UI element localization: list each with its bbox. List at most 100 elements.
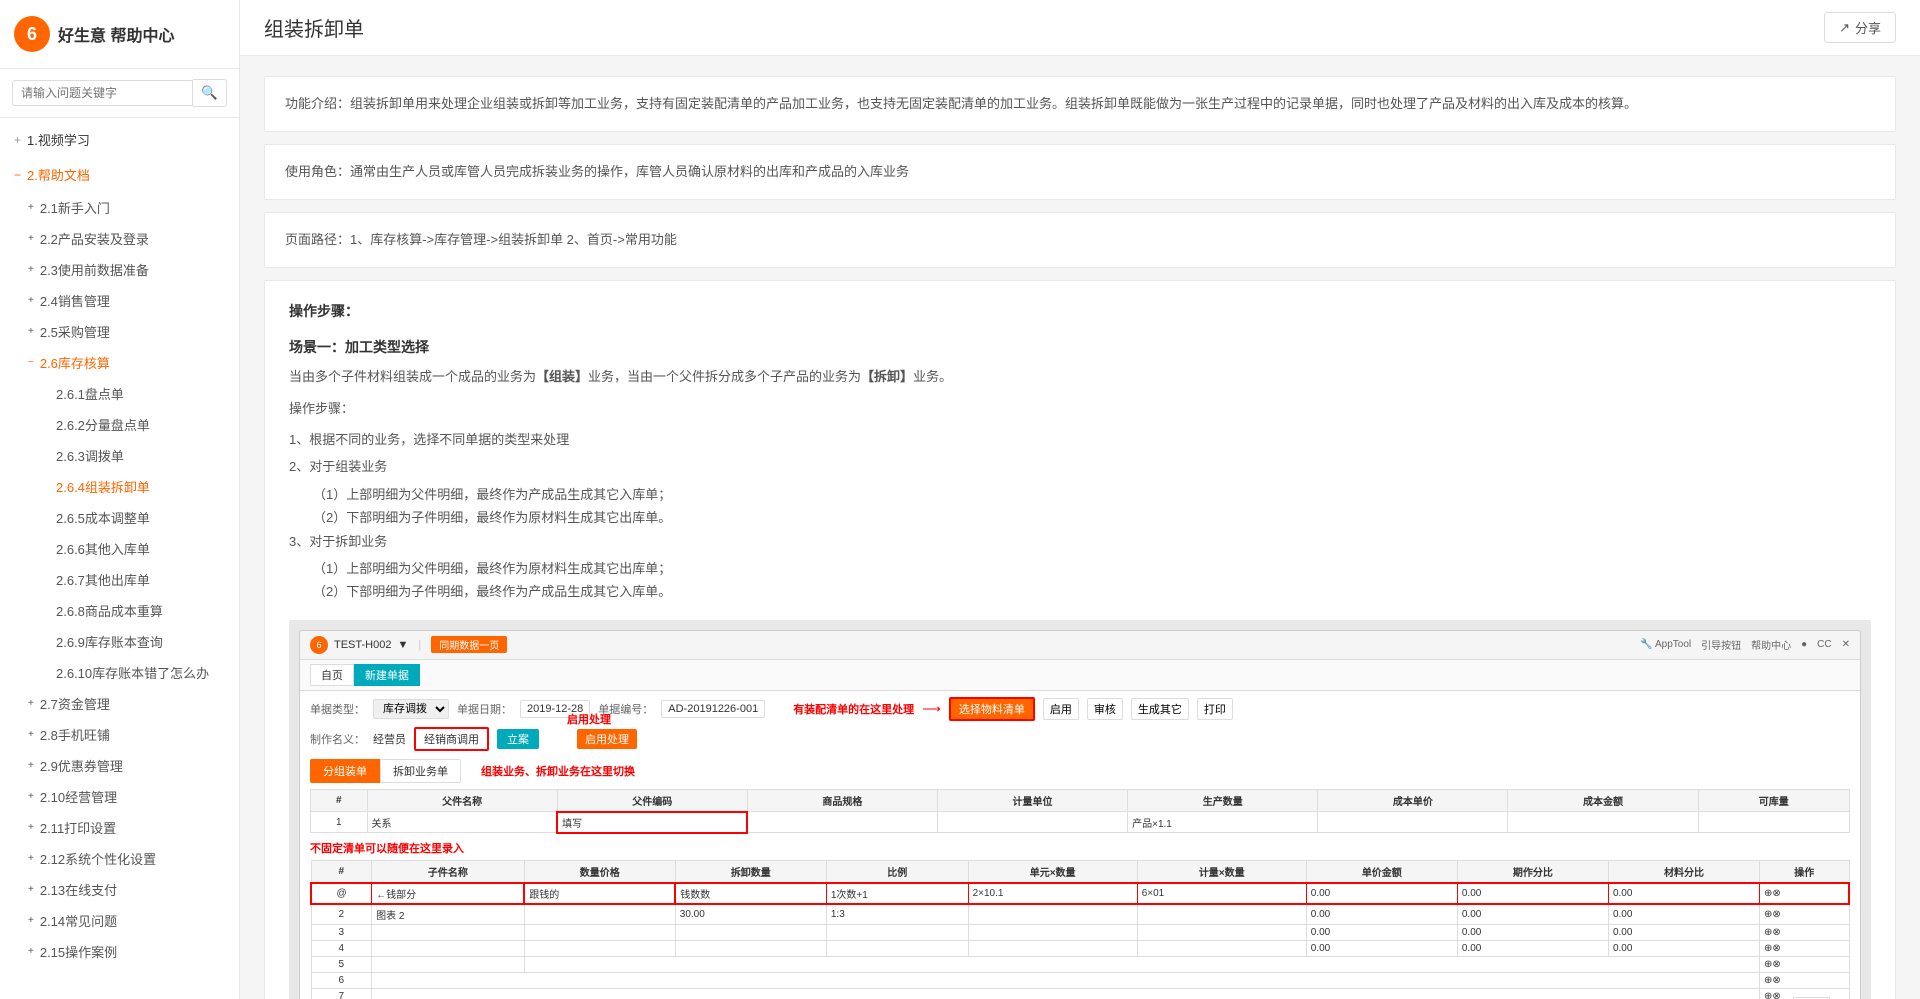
td-spec (747, 812, 937, 833)
ss-review-btn[interactable]: 审核 (1087, 698, 1123, 720)
sidebar-label-docs: 2.帮助文档 (27, 165, 90, 184)
sidebar-item-24[interactable]: +2.4销售管理 (0, 285, 239, 316)
ss-titlebar: 6 TEST-H002 ▼ | 同期数据一页 🔧 AppTool 引导按钮 帮助… (300, 631, 1860, 660)
td-camt (1508, 812, 1698, 833)
ss-date-label: 单据日期： (457, 701, 512, 717)
ss-user-icon: ● (1801, 639, 1807, 650)
sidebar-item-215[interactable]: +2.15操作案例 (0, 936, 239, 967)
role-intro-text: 使用角色：通常由生产人员或库管人员完成拆装业务的操作，库管人员确认原材料的出库和… (285, 164, 909, 179)
ss-nav: 自页 新建单据 (300, 660, 1860, 691)
sidebar-label-video: 1.视频学习 (27, 130, 90, 149)
ss-type-select[interactable]: 库存调拨 组装拆卸 (373, 699, 449, 719)
ss-lower-table: # 子件名称 数量价格 拆卸数量 比例 单元×数量 计量×数量 单价金额 期作分 (310, 860, 1850, 999)
ss-print-btn[interactable]: 打印 (1197, 698, 1233, 720)
sidebar-item-265[interactable]: 2.6.5成本调整单 (14, 502, 239, 533)
sidebar: 6 好生意 帮助中心 🔍 + 1.视频学习 − 2.帮助文档 +2.1新手入门 … (0, 0, 240, 999)
search-button[interactable]: 🔍 (193, 79, 227, 107)
step2-title: 2、对于组装业务 (289, 455, 1871, 478)
sidebar-item-video[interactable]: + 1.视频学习 (0, 122, 239, 157)
logo-area: 6 好生意 帮助中心 (0, 0, 239, 69)
sidebar-item-23[interactable]: +2.3使用前数据准备 (0, 254, 239, 285)
th-parent-code: 父件编码 (557, 789, 747, 812)
step3-sub2: （2）下部明细为子件明细，最终作为产成品生成其它入库单。 (289, 580, 1871, 603)
ss-app-tool: 🔧 AppTool (1640, 639, 1691, 650)
step3-title: 3、对于拆卸业务 (289, 530, 1871, 553)
sidebar-item-29[interactable]: +2.9优惠券管理 (0, 750, 239, 781)
sidebar-item-21[interactable]: +2.1新手入门 (0, 192, 239, 223)
td-num: 1 (311, 812, 368, 833)
sidebar-item-214[interactable]: +2.14常见问题 (0, 905, 239, 936)
top-bar: 组装拆卸单 ↗ 分享 (240, 0, 1920, 56)
sidebar-item-26[interactable]: −2.6库存核算 (0, 347, 239, 378)
ss-lower-row2: 2 图表 2 30.00 1:3 0.00 0.00 (311, 904, 1849, 925)
th-num: # (311, 789, 368, 812)
ss-lower-row4: 4 0.00 0.00 0. (311, 940, 1849, 956)
ss-help-center: 帮助中心 (1751, 637, 1791, 652)
ss-enable-btn[interactable]: 启用 (1043, 698, 1079, 720)
td-qty-val: 产品×1.1 (1128, 812, 1318, 833)
sidebar-item-268[interactable]: 2.6.8商品成本重算 (14, 595, 239, 626)
sidebar-item-213[interactable]: +2.13在线支付 (0, 874, 239, 905)
sidebar-item-269[interactable]: 2.6.9库存账本查询 (14, 626, 239, 657)
td-name: 关系 (367, 812, 557, 833)
ss-save-btn[interactable]: 立案 (497, 729, 539, 749)
sidebar-item-266[interactable]: 2.6.6其他入库单 (14, 533, 239, 564)
th-cost-amt: 成本金额 (1508, 789, 1698, 812)
sidebar-item-211[interactable]: +2.11打印设置 (0, 812, 239, 843)
nav-sub-docs: +2.1新手入门 +2.2产品安装及登录 +2.3使用前数据准备 +2.4销售管… (0, 192, 239, 967)
ss-tab-assemble[interactable]: 分组装单 (310, 759, 380, 783)
th-spec: 商品规格 (747, 789, 937, 812)
ss-header-right: 🔧 AppTool 引导按钮 帮助中心 ● CC ✕ (1640, 637, 1850, 652)
ss-ann-bom: 有装配清单的在这里处理 (793, 701, 914, 717)
role-intro-block: 使用角色：通常由生产人员或库管人员完成拆装业务的操作，库管人员确认原材料的出库和… (264, 144, 1896, 200)
sidebar-item-264[interactable]: 2.6.4组装拆卸单 (14, 471, 239, 502)
ss-logo: 6 (310, 636, 328, 654)
ss-person-label: 经营员 (373, 731, 406, 747)
ss-dropdown-icon: ▼ (397, 639, 408, 651)
th-avail: 可库量 (1698, 789, 1849, 812)
search-input[interactable] (12, 80, 193, 106)
sidebar-item-28[interactable]: +2.8手机旺铺 (0, 719, 239, 750)
ss-lower-row5: 5 ⊕⊗ (311, 956, 1849, 972)
sidebar-item-263[interactable]: 2.6.3调拨单 (14, 440, 239, 471)
ss-arrow-bom: ⟶ (922, 701, 941, 717)
ss-tab-disassemble[interactable]: 拆卸业务单 (380, 759, 461, 783)
app-name: 好生意 帮助中心 (58, 22, 174, 46)
sidebar-item-267[interactable]: 2.6.7其他出库单 (14, 564, 239, 595)
share-button[interactable]: ↗ 分享 (1824, 12, 1896, 43)
sidebar-item-262[interactable]: 2.6.2分量盘点单 (14, 409, 239, 440)
ss-batch-btn[interactable]: 启用处理 (577, 729, 637, 749)
function-intro-block: 功能介绍：组装拆卸单用来处理企业组装或拆卸等加工业务，支持有固定装配清单的产品加… (264, 76, 1896, 132)
sidebar-item-261[interactable]: 2.6.1盘点单 (14, 378, 239, 409)
steps-intro: 操作步骤： (289, 397, 1871, 420)
ss-sync-btn[interactable]: 同期数据一页 (431, 636, 507, 653)
sidebar-item-2610[interactable]: 2.6.10库存账本错了怎么办 (14, 657, 239, 688)
sidebar-item-docs[interactable]: − 2.帮助文档 (0, 157, 239, 192)
ss-lower-row3: 3 0.00 0.00 0. (311, 924, 1849, 940)
minus-icon: − (14, 168, 21, 182)
ss-tab-home[interactable]: 自页 (310, 664, 354, 686)
ss-lower-ann: 不固定清单可以随便在这里录入 (310, 840, 1850, 856)
ss-doc-tabs: 分组装单 拆卸业务单 组装业务、拆卸业务在这里切换 (310, 759, 1850, 783)
sidebar-item-212[interactable]: +2.12系统个性化设置 (0, 843, 239, 874)
ss-tab-new[interactable]: 新建单据 (354, 664, 420, 686)
sidebar-item-27[interactable]: +2.7资金管理 (0, 688, 239, 719)
page-title: 组装拆卸单 (264, 13, 364, 42)
logo-icon: 6 (14, 16, 50, 52)
sidebar-item-25[interactable]: +2.5采购管理 (0, 316, 239, 347)
sidebar-item-22[interactable]: +2.2产品安装及登录 (0, 223, 239, 254)
ss-batch-ann: 启用处理 (567, 711, 611, 727)
ss-form-top: 单据类型： 库存调拨 组装拆卸 单据日期： 2019-12-28 单据编号： A… (310, 697, 1850, 721)
path-intro-block: 页面路径：1、库存核算->库存管理->组装拆卸单 2、首页->常用功能 (264, 212, 1896, 268)
ss-tabs: 自页 新建单据 (310, 664, 420, 686)
ss-bom-btn[interactable]: 选择物料清单 (949, 697, 1035, 721)
ss-generate-btn[interactable]: 生成其它 (1131, 698, 1189, 720)
screenshot-container: 6 TEST-H002 ▼ | 同期数据一页 🔧 AppTool 引导按钮 帮助… (289, 620, 1871, 999)
nav-section: + 1.视频学习 − 2.帮助文档 +2.1新手入门 +2.2产品安装及登录 +… (0, 118, 239, 971)
td-unit (937, 812, 1127, 833)
plus-icon: + (14, 133, 21, 147)
ss-person-input[interactable]: 经销商调用 (414, 727, 489, 751)
share-icon: ↗ (1839, 20, 1850, 36)
step3-sub1: （1）上部明细为父件明细，最终作为原材料生成其它出库单； (289, 557, 1871, 580)
sidebar-item-210[interactable]: +2.10经营管理 (0, 781, 239, 812)
